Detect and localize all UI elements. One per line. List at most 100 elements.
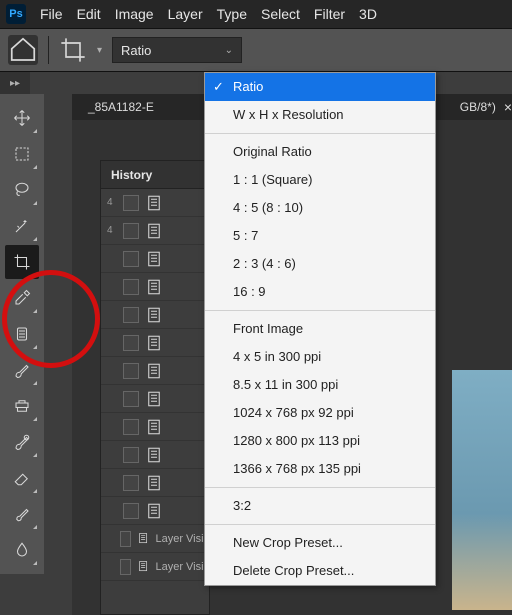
- crop-preset-option[interactable]: 5 : 7: [205, 222, 435, 250]
- document-icon: [137, 530, 149, 548]
- menu-edit[interactable]: Edit: [77, 6, 101, 22]
- app-menubar: Ps File Edit Image Layer Type Select Fil…: [0, 0, 512, 28]
- menu-divider: [205, 310, 435, 311]
- tools-panel: [0, 94, 44, 574]
- menu-divider: [205, 133, 435, 134]
- history-snapshot-swatch: [120, 531, 131, 547]
- document-icon: [137, 558, 149, 576]
- crop-preset-select[interactable]: Ratio ⌄: [112, 37, 242, 63]
- document-icon: [145, 502, 163, 520]
- history-step-number: 4: [107, 197, 117, 208]
- document-icon: [145, 418, 163, 436]
- divider: [48, 36, 49, 64]
- menu-divider: [205, 487, 435, 488]
- document-image: [452, 370, 512, 610]
- menu-type[interactable]: Type: [217, 6, 247, 22]
- history-row[interactable]: [101, 385, 209, 413]
- eyedropper-tool[interactable]: [5, 281, 39, 315]
- crop-preset-option[interactable]: Original Ratio: [205, 138, 435, 166]
- document-icon: [145, 446, 163, 464]
- document-icon: [145, 306, 163, 324]
- crop-preset-option[interactable]: 1024 x 768 px 92 ppi: [205, 399, 435, 427]
- crop-preset-dropdown: RatioW x H x Resolution Original Ratio1 :…: [204, 72, 436, 586]
- history-row[interactable]: [101, 301, 209, 329]
- history-snapshot-swatch: [123, 251, 139, 267]
- document-mode: GB/8*): [460, 100, 496, 114]
- home-button[interactable]: [8, 35, 38, 65]
- crop-preset-option[interactable]: 8.5 x 11 in 300 ppi: [205, 371, 435, 399]
- lasso-tool[interactable]: [5, 173, 39, 207]
- home-icon: [8, 35, 38, 65]
- eraser-tool[interactable]: [5, 461, 39, 495]
- paint-brush-tool[interactable]: [5, 497, 39, 531]
- document-icon: [145, 278, 163, 296]
- crop-tool[interactable]: [5, 245, 39, 279]
- document-icon: [145, 222, 163, 240]
- menu-filter[interactable]: Filter: [314, 6, 345, 22]
- crop-preset-option[interactable]: 1 : 1 (Square): [205, 166, 435, 194]
- crop-preset-option[interactable]: 1366 x 768 px 135 ppi: [205, 455, 435, 483]
- chevron-down-icon[interactable]: ▾: [97, 45, 102, 56]
- history-snapshot-swatch: [123, 419, 139, 435]
- healing-brush-tool[interactable]: [5, 317, 39, 351]
- history-step-number: 4: [107, 225, 117, 236]
- history-row[interactable]: 4: [101, 189, 209, 217]
- crop-preset-option[interactable]: Ratio: [205, 73, 435, 101]
- active-tool-indicator[interactable]: [59, 36, 87, 64]
- history-row[interactable]: [101, 469, 209, 497]
- crop-preset-option[interactable]: Front Image: [205, 315, 435, 343]
- crop-preset-option[interactable]: New Crop Preset...: [205, 529, 435, 557]
- crop-icon: [59, 36, 87, 64]
- menu-3d[interactable]: 3D: [359, 6, 377, 22]
- menu-image[interactable]: Image: [115, 6, 154, 22]
- document-icon: [145, 194, 163, 212]
- panel-expand-button[interactable]: ▸▸: [0, 72, 30, 94]
- history-step-label: Layer Visibility: [155, 533, 203, 545]
- clone-stamp-tool[interactable]: [5, 389, 39, 423]
- history-row[interactable]: [101, 497, 209, 525]
- history-row[interactable]: [101, 357, 209, 385]
- move-tool[interactable]: [5, 101, 39, 135]
- history-row[interactable]: [101, 413, 209, 441]
- history-step-label: Layer Visibility: [155, 561, 203, 573]
- menu-layer[interactable]: Layer: [168, 6, 203, 22]
- document-title: _85A1182-E: [88, 100, 154, 114]
- marquee-tool[interactable]: [5, 137, 39, 171]
- history-row[interactable]: [101, 273, 209, 301]
- brush-tool[interactable]: [5, 353, 39, 387]
- history-row[interactable]: [101, 245, 209, 273]
- history-row[interactable]: [101, 441, 209, 469]
- menu-select[interactable]: Select: [261, 6, 300, 22]
- history-panel-title[interactable]: History: [101, 161, 209, 189]
- crop-preset-option[interactable]: Delete Crop Preset...: [205, 557, 435, 585]
- document-icon: [145, 474, 163, 492]
- options-bar: ▾ Ratio ⌄: [0, 28, 512, 72]
- crop-preset-option[interactable]: 2 : 3 (4 : 6): [205, 250, 435, 278]
- history-snapshot-swatch: [123, 503, 139, 519]
- app-logo: Ps: [6, 4, 26, 24]
- menu-file[interactable]: File: [40, 6, 63, 22]
- crop-preset-option[interactable]: 16 : 9: [205, 278, 435, 306]
- menu-divider: [205, 524, 435, 525]
- history-snapshot-swatch: [123, 335, 139, 351]
- crop-preset-option[interactable]: 1280 x 800 px 113 ppi: [205, 427, 435, 455]
- history-row[interactable]: 4: [101, 217, 209, 245]
- history-row[interactable]: Layer Visibility: [101, 553, 209, 581]
- history-row[interactable]: Layer Visibility: [101, 525, 209, 553]
- history-snapshot-swatch: [123, 475, 139, 491]
- history-snapshot-swatch: [123, 307, 139, 323]
- crop-preset-option[interactable]: 3:2: [205, 492, 435, 520]
- close-tab-button[interactable]: ×: [504, 99, 512, 115]
- document-icon: [145, 334, 163, 352]
- crop-preset-option[interactable]: W x H x Resolution: [205, 101, 435, 129]
- magic-wand-tool[interactable]: [5, 209, 39, 243]
- history-snapshot-swatch: [123, 363, 139, 379]
- chevron-down-icon: ⌄: [225, 45, 233, 56]
- crop-preset-option[interactable]: 4 : 5 (8 : 10): [205, 194, 435, 222]
- blur-tool[interactable]: [5, 533, 39, 567]
- document-icon: [145, 250, 163, 268]
- history-row[interactable]: [101, 329, 209, 357]
- crop-preset-option[interactable]: 4 x 5 in 300 ppi: [205, 343, 435, 371]
- history-brush-tool[interactable]: [5, 425, 39, 459]
- document-icon: [145, 362, 163, 380]
